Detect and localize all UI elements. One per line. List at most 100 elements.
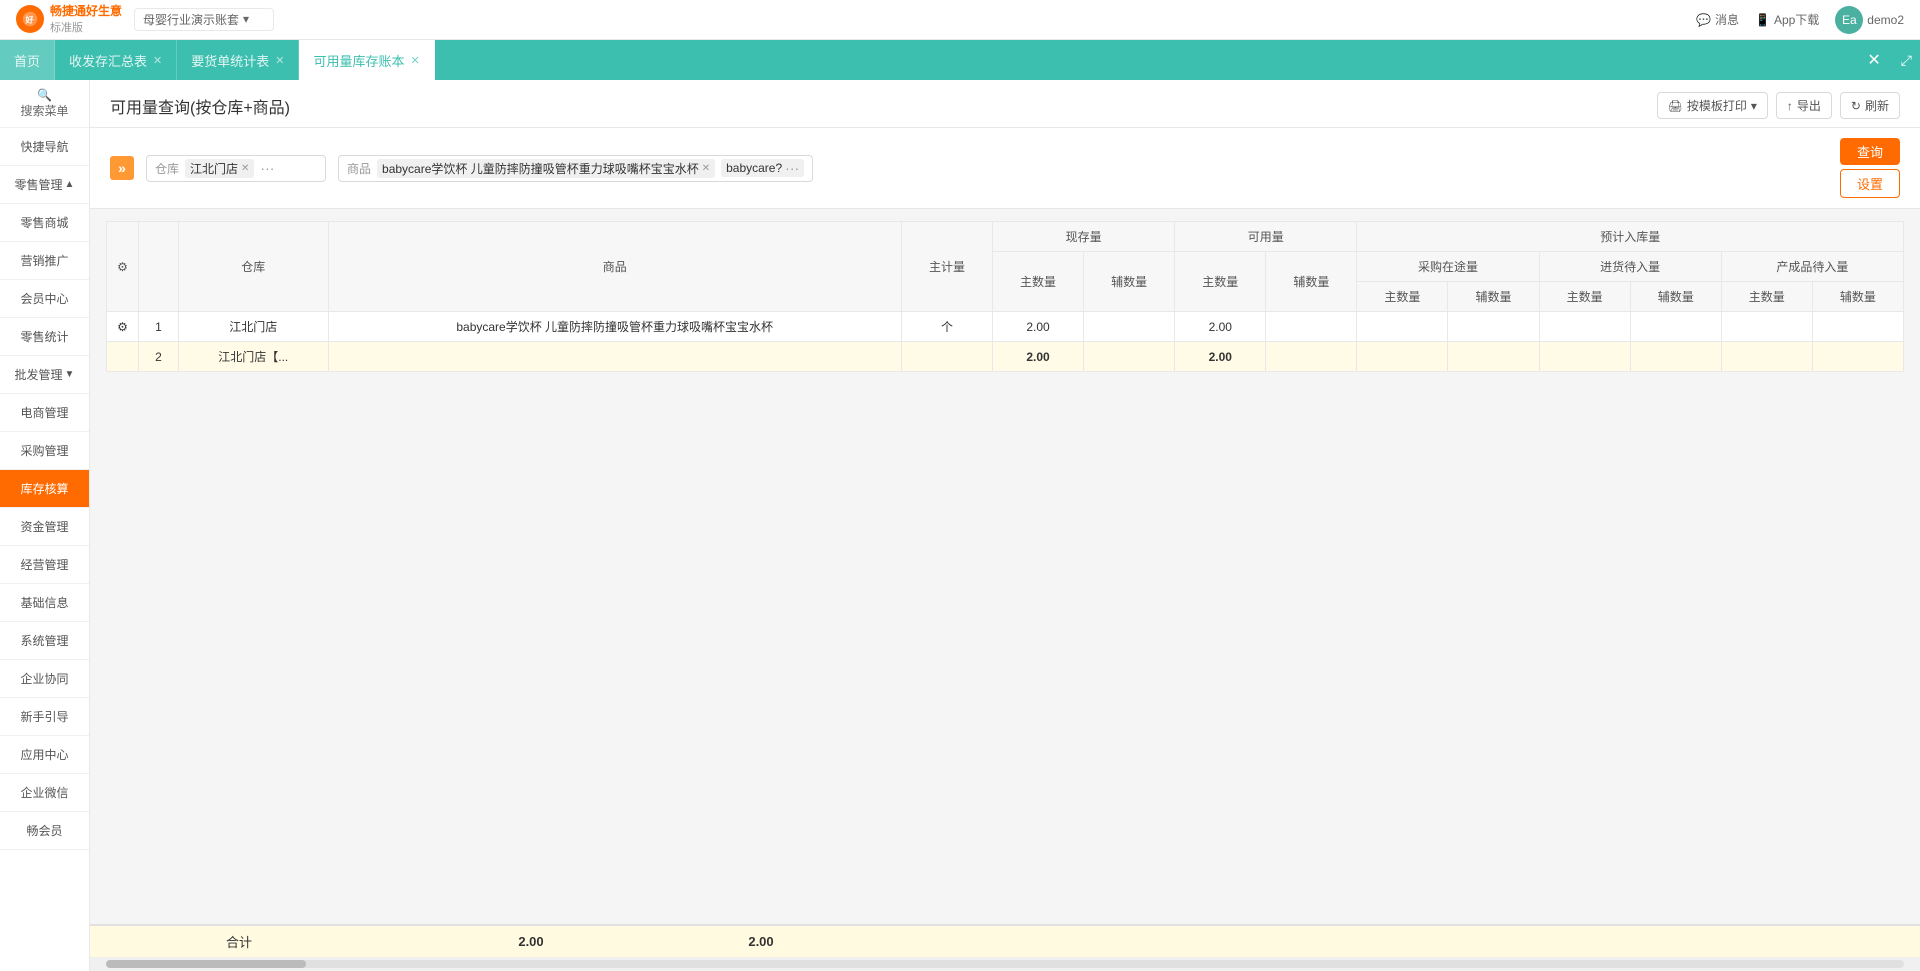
top-bar: 好 畅捷通好生意 标准版 母婴行业演示账套 ▾ 💬 消息 📱 App下载 Ea … bbox=[0, 0, 1920, 40]
sidebar-item-enterprise[interactable]: 企业协同 bbox=[0, 660, 89, 698]
tab-available-stock[interactable]: 可用量库存账本 ✕ bbox=[299, 40, 434, 80]
tab-order-stats[interactable]: 要货单统计表 ✕ bbox=[177, 40, 299, 80]
th-no bbox=[139, 222, 179, 312]
tab-home[interactable]: 首页 bbox=[0, 40, 55, 80]
td-stock-main: 2.00 bbox=[993, 342, 1084, 372]
tab-receipt-summary-close[interactable]: ✕ bbox=[153, 54, 162, 67]
td-purchase-aux bbox=[1448, 342, 1539, 372]
th-current-stock: 现存量 bbox=[993, 222, 1175, 252]
td-finished-aux bbox=[1812, 342, 1903, 372]
message-button[interactable]: 💬 消息 bbox=[1696, 11, 1739, 28]
sidebar-item-marketing[interactable]: 营销推广 bbox=[0, 242, 89, 280]
td-avail-aux bbox=[1266, 312, 1357, 342]
tab-home-label: 首页 bbox=[14, 51, 40, 70]
sidebar-item-ecommerce[interactable]: 电商管理 bbox=[0, 394, 89, 432]
table-row: 2 江北门店【... 2.00 2.00 bbox=[107, 342, 1904, 372]
sidebar-item-quick-nav[interactable]: 快捷导航 bbox=[0, 128, 89, 166]
tab-available-stock-close[interactable]: ✕ bbox=[411, 54, 420, 67]
th-main-unit: 主计量 bbox=[901, 222, 992, 312]
td-avail-main: 2.00 bbox=[1175, 342, 1266, 372]
tab-order-stats-close[interactable]: ✕ bbox=[275, 54, 284, 67]
sidebar-item-member[interactable]: 会员中心 bbox=[0, 280, 89, 318]
print-icon: 🖨 bbox=[1668, 99, 1683, 113]
td-inbound-aux bbox=[1630, 342, 1721, 372]
data-table: ⚙ 仓库 商品 主计量 现存量 可用量 预计入库量 主数量 辅数量 主数量 辅数… bbox=[106, 221, 1904, 372]
sidebar-item-app-center[interactable]: 应用中心 bbox=[0, 736, 89, 774]
sidebar-item-retail[interactable]: 零售管理 ▲ bbox=[0, 166, 89, 204]
sidebar-item-enterprise-wx[interactable]: 企业微信 bbox=[0, 774, 89, 812]
td-finished-aux bbox=[1812, 312, 1903, 342]
td-gear[interactable] bbox=[107, 342, 139, 372]
app-download-button[interactable]: 📱 App下载 bbox=[1755, 11, 1819, 28]
close-all-tabs-button[interactable]: ✕ bbox=[1855, 40, 1892, 80]
filter-buttons: 查询 设置 bbox=[1840, 138, 1900, 198]
td-main-unit: 个 bbox=[901, 312, 992, 342]
svg-text:好: 好 bbox=[25, 15, 34, 25]
th-warehouse: 仓库 bbox=[179, 222, 329, 312]
download-icon: 📱 bbox=[1755, 13, 1770, 27]
td-stock-main: 2.00 bbox=[993, 312, 1084, 342]
expand-tabs-button[interactable]: ⤢ bbox=[1893, 40, 1920, 80]
chevron-icon: ▼ bbox=[65, 369, 75, 380]
td-purchase-main bbox=[1357, 342, 1448, 372]
td-stock-aux bbox=[1084, 342, 1175, 372]
td-product bbox=[328, 342, 901, 372]
th-gear[interactable]: ⚙ bbox=[107, 222, 139, 312]
tab-order-stats-label: 要货单统计表 bbox=[191, 51, 269, 70]
sidebar-item-wholesale[interactable]: 批发管理 ▼ bbox=[0, 356, 89, 394]
filter-toggle-button[interactable]: » bbox=[110, 156, 134, 180]
sidebar-item-system[interactable]: 系统管理 bbox=[0, 622, 89, 660]
sidebar-item-newbie[interactable]: 新手引导 bbox=[0, 698, 89, 736]
template-print-button[interactable]: 🖨 按模板打印 ▾ bbox=[1657, 92, 1768, 119]
chevron-icon: ▲ bbox=[65, 179, 75, 190]
td-no: 2 bbox=[139, 342, 179, 372]
td-purchase-main bbox=[1357, 312, 1448, 342]
product-tag-1-close[interactable]: ✕ bbox=[702, 163, 710, 174]
td-inbound-main bbox=[1539, 342, 1630, 372]
sidebar-search-label: 搜索菜单 bbox=[6, 102, 83, 119]
sidebar-item-purchase[interactable]: 采购管理 bbox=[0, 432, 89, 470]
th-inbound-aux: 辅数量 bbox=[1630, 282, 1721, 312]
product-tag-2: babycare? ··· bbox=[721, 159, 804, 177]
sidebar-item-inventory[interactable]: 库存核算 bbox=[0, 470, 89, 508]
td-avail-aux bbox=[1266, 342, 1357, 372]
industry-selector[interactable]: 母婴行业演示账套 ▾ bbox=[134, 8, 274, 31]
setting-button[interactable]: 设置 bbox=[1840, 169, 1900, 198]
sidebar-item-basic-info[interactable]: 基础信息 bbox=[0, 584, 89, 622]
td-product: babycare学饮杯 儿童防摔防撞吸管杯重力球吸嘴杯宝宝水杯 bbox=[328, 312, 901, 342]
sidebar-item-operations[interactable]: 经营管理 bbox=[0, 546, 89, 584]
scroll-thumb[interactable] bbox=[106, 960, 306, 968]
export-button[interactable]: ↑ 导出 bbox=[1776, 92, 1832, 119]
td-main-unit bbox=[901, 342, 992, 372]
user-menu[interactable]: Ea demo2 bbox=[1835, 6, 1904, 34]
warehouse-dots: ··· bbox=[260, 160, 274, 176]
sidebar-item-finance[interactable]: 资金管理 bbox=[0, 508, 89, 546]
query-button[interactable]: 查询 bbox=[1840, 138, 1900, 165]
td-finished-main bbox=[1721, 312, 1812, 342]
logo-icon: 好 bbox=[16, 5, 44, 33]
th-finished-main: 主数量 bbox=[1721, 282, 1812, 312]
tab-receipt-summary-label: 收发存汇总表 bbox=[69, 51, 147, 70]
td-gear[interactable]: ⚙ bbox=[107, 312, 139, 342]
th-purchase-main: 主数量 bbox=[1357, 282, 1448, 312]
tab-receipt-summary[interactable]: 收发存汇总表 ✕ bbox=[55, 40, 177, 80]
th-product: 商品 bbox=[328, 222, 901, 312]
sidebar-item-member2[interactable]: 畅会员 bbox=[0, 812, 89, 850]
sidebar: 🔍 搜索菜单 快捷导航 零售管理 ▲ 零售商城 营销推广 会员中心 零售统计 批… bbox=[0, 80, 90, 971]
product-filter[interactable]: 商品 babycare学饮杯 儿童防摔防撞吸管杯重力球吸嘴杯宝宝水杯 ✕ bab… bbox=[338, 155, 813, 182]
refresh-button[interactable]: ↻ 刷新 bbox=[1840, 92, 1900, 119]
td-warehouse: 江北门店 bbox=[179, 312, 329, 342]
main-layout: 🔍 搜索菜单 快捷导航 零售管理 ▲ 零售商城 营销推广 会员中心 零售统计 批… bbox=[0, 80, 1920, 971]
sidebar-search[interactable]: 🔍 搜索菜单 bbox=[0, 80, 89, 128]
td-purchase-aux bbox=[1448, 312, 1539, 342]
sidebar-item-retail-stats[interactable]: 零售统计 bbox=[0, 318, 89, 356]
warehouse-filter[interactable]: 仓库 江北门店 ✕ ··· bbox=[146, 155, 326, 182]
search-icon: 🔍 bbox=[37, 88, 52, 102]
top-bar-right: 💬 消息 📱 App下载 Ea demo2 bbox=[1696, 6, 1904, 34]
th-planned-inbound: 预计入库量 bbox=[1357, 222, 1904, 252]
sidebar-item-retail-mall[interactable]: 零售商城 bbox=[0, 204, 89, 242]
product-tag-1: babycare学饮杯 儿童防摔防撞吸管杯重力球吸嘴杯宝宝水杯 ✕ bbox=[377, 159, 715, 178]
brand-name: 畅捷通好生意 bbox=[50, 4, 122, 18]
brand-sub: 标准版 bbox=[50, 19, 122, 35]
warehouse-tag-close[interactable]: ✕ bbox=[241, 163, 249, 174]
